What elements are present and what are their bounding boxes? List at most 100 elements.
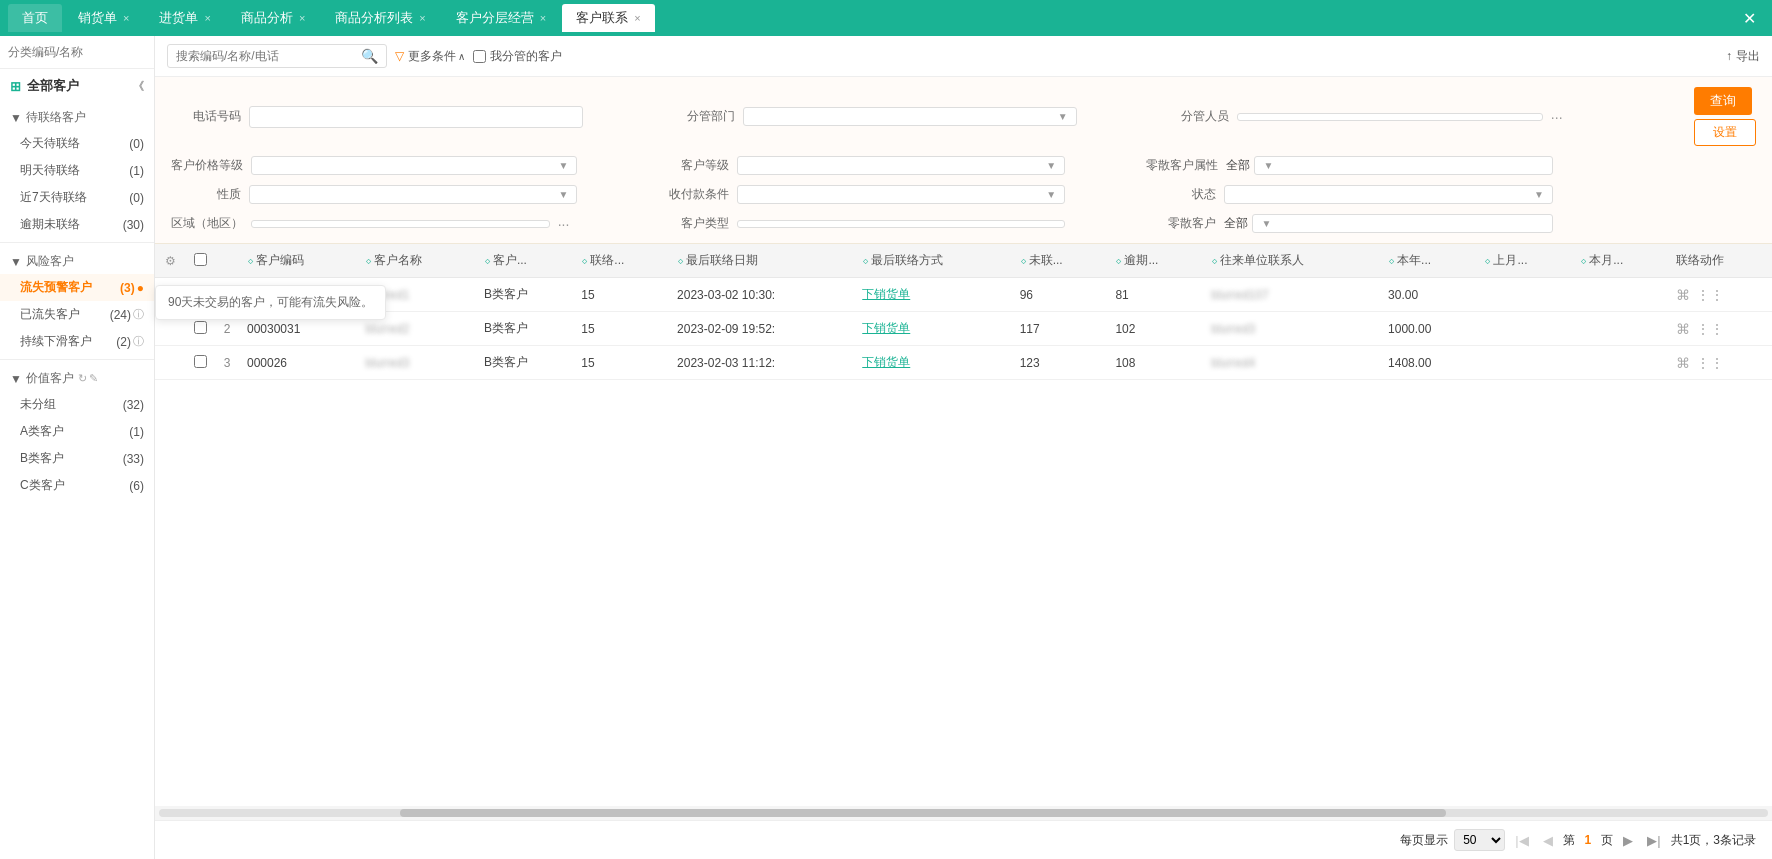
row-overdue-2: 108 (1107, 346, 1203, 380)
export-button[interactable]: ↑ 导出 (1726, 48, 1760, 65)
col-type[interactable]: ⬦客户... (476, 244, 573, 278)
col-overdue[interactable]: ⬦逾期... (1107, 244, 1203, 278)
row-last-method-0[interactable]: 下销货单 (854, 278, 1011, 312)
col-this-year[interactable]: ⬦本年... (1380, 244, 1476, 278)
tab-product-analysis-close[interactable]: × (299, 12, 305, 24)
page-next-next[interactable]: ▶| (1643, 831, 1664, 850)
col-last-date-sort: ⬦ (677, 253, 684, 267)
my-customers-check[interactable] (473, 50, 486, 63)
filter-customer-level-select[interactable]: ▼ (737, 156, 1065, 175)
col-this-month[interactable]: ⬦本月... (1572, 244, 1668, 278)
row-action-0: ⌘ ⋮⋮ (1668, 278, 1772, 312)
row-method-link-2[interactable]: 下销货单 (862, 355, 910, 369)
filter-settings-button[interactable]: 设置 (1694, 119, 1756, 146)
row-check-1[interactable] (194, 321, 207, 334)
col-unit-contact[interactable]: ⬦往来单位联系人 (1203, 244, 1380, 278)
filter-status-select[interactable]: ▼ (1224, 185, 1552, 204)
tab-home[interactable]: 首页 (8, 4, 62, 32)
filter-payment-select[interactable]: ▼ (737, 185, 1065, 204)
tab-purchase-close[interactable]: × (204, 12, 210, 24)
tab-product-list[interactable]: 商品分析列表 × (321, 4, 439, 32)
window-close-button[interactable]: ✕ (1735, 5, 1764, 32)
tab-product-list-close[interactable]: × (419, 12, 425, 24)
row-method-link-0[interactable]: 下销货单 (862, 287, 910, 301)
action-contact-2[interactable]: ⌘ (1676, 355, 1690, 371)
tab-customer-layer-close[interactable]: × (540, 12, 546, 24)
col-contact[interactable]: ⬦联络... (573, 244, 669, 278)
row-method-link-1[interactable]: 下销货单 (862, 321, 910, 335)
row-unit-contact-0: blurred107 (1203, 278, 1380, 312)
action-contact-0[interactable]: ⌘ (1676, 287, 1690, 303)
tab-product-analysis[interactable]: 商品分析 × (227, 4, 319, 32)
col-code[interactable]: ⬦客户编码 (239, 244, 357, 278)
filter-sparse-attr-select[interactable]: ▼ (1254, 156, 1552, 175)
tab-sales[interactable]: 销货单 × (64, 4, 143, 32)
col-name[interactable]: ⬦客户名称 (357, 244, 475, 278)
section-risk[interactable]: ▼ 风险客户 (0, 247, 154, 274)
filter-sparse-select[interactable]: ▼ (1252, 214, 1552, 233)
my-customers-checkbox[interactable]: 我分管的客户 (473, 48, 562, 65)
sidebar-item-declining[interactable]: 持续下滑客户 (2) ⓘ (0, 328, 154, 355)
filter-status-label: 状态 (1146, 186, 1216, 203)
row-action-2: ⌘ ⋮⋮ (1668, 346, 1772, 380)
action-more-1[interactable]: ⋮⋮ (1696, 321, 1724, 337)
tab-customer-layer[interactable]: 客户分层经营 × (442, 4, 560, 32)
value-settings-icon[interactable]: ✎ (89, 372, 98, 385)
col-last-date[interactable]: ⬦最后联络日期 (669, 244, 854, 278)
tab-sales-close[interactable]: × (123, 12, 129, 24)
sidebar-item-churn-warning[interactable]: 流失预警客户 (3) ● (0, 274, 154, 301)
row-last-method-2[interactable]: 下销货单 (854, 346, 1011, 380)
per-page-select[interactable]: 50 100 200 (1454, 829, 1505, 851)
action-more-0[interactable]: ⋮⋮ (1696, 287, 1724, 303)
main-search-input[interactable] (176, 49, 361, 63)
sidebar-item-class-b[interactable]: B类客户 (33) (0, 445, 154, 472)
sidebar-item-churned[interactable]: 已流失客户 (24) ⓘ (0, 301, 154, 328)
page-prev-prev[interactable]: |◀ (1511, 831, 1532, 850)
tab-customer-contact-close[interactable]: × (634, 12, 640, 24)
section-pending[interactable]: ▼ 待联络客户 (0, 103, 154, 130)
sidebar-item-class-c[interactable]: C类客户 (6) (0, 472, 154, 499)
sidebar-item-tomorrow[interactable]: 明天待联络 (1) (0, 157, 154, 184)
sidebar-root[interactable]: ⊞ 全部客户 《 (0, 69, 154, 103)
filter-customer-type-select[interactable] (737, 220, 1065, 228)
filter-nature-select[interactable]: ▼ (249, 185, 577, 204)
filter-region-select[interactable] (251, 220, 550, 228)
tab-purchase[interactable]: 进货单 × (145, 4, 224, 32)
sidebar-item-class-a[interactable]: A类客户 (1) (0, 418, 154, 445)
col-not-contacted[interactable]: ⬦未联... (1012, 244, 1108, 278)
query-button[interactable]: 查询 (1694, 87, 1752, 115)
sidebar-search-input[interactable] (8, 45, 155, 59)
page-prev[interactable]: ◀ (1539, 831, 1557, 850)
action-contact-1[interactable]: ⌘ (1676, 321, 1690, 337)
action-more-2[interactable]: ⋮⋮ (1696, 355, 1724, 371)
main-search-button[interactable]: 🔍 (361, 48, 378, 64)
sidebar-item-ungrouped[interactable]: 未分组 (32) (0, 391, 154, 418)
row-checkbox-2[interactable] (185, 346, 215, 380)
filter-region-more[interactable]: ··· (550, 216, 578, 232)
filter-phone-input[interactable] (249, 106, 583, 128)
scroll-thumb[interactable] (400, 809, 1446, 817)
filter-manager-more[interactable]: ··· (1543, 109, 1571, 125)
sidebar-item-today[interactable]: 今天待联络 (0) (0, 130, 154, 157)
more-filter-label: 更多条件 (408, 48, 456, 65)
filter-price-level-select[interactable]: ▼ (251, 156, 577, 175)
more-filter-btn[interactable]: ▽ 更多条件 ∧ (395, 48, 465, 65)
row-check-2[interactable] (194, 355, 207, 368)
value-refresh-icon[interactable]: ↻ (78, 372, 87, 385)
select-all-checkbox[interactable] (194, 253, 207, 266)
page-next[interactable]: ▶ (1619, 831, 1637, 850)
sidebar-item-7days[interactable]: 近7天待联络 (0) (0, 184, 154, 211)
row-last-method-1[interactable]: 下销货单 (854, 312, 1011, 346)
filter-dept-select[interactable]: ▼ (743, 107, 1077, 126)
col-last-month[interactable]: ⬦上月... (1476, 244, 1572, 278)
col-checkbox[interactable] (185, 244, 215, 278)
horizontal-scrollbar[interactable] (155, 806, 1772, 820)
filter-manager-select[interactable] (1237, 113, 1543, 121)
tab-customer-contact[interactable]: 客户联系 × (562, 4, 654, 32)
col-settings[interactable]: ⚙ (155, 244, 185, 278)
sidebar-item-overdue[interactable]: 逾期未联络 (30) (0, 211, 154, 238)
filter-customer-level-label: 客户等级 (659, 157, 729, 174)
section-value[interactable]: ▼ 价值客户 ↻ ✎ (0, 364, 154, 391)
table-body: 1 000011 blurred1 B类客户 15 2023-03-02 10:… (155, 278, 1772, 380)
col-last-method[interactable]: ⬦最后联络方式 (854, 244, 1011, 278)
